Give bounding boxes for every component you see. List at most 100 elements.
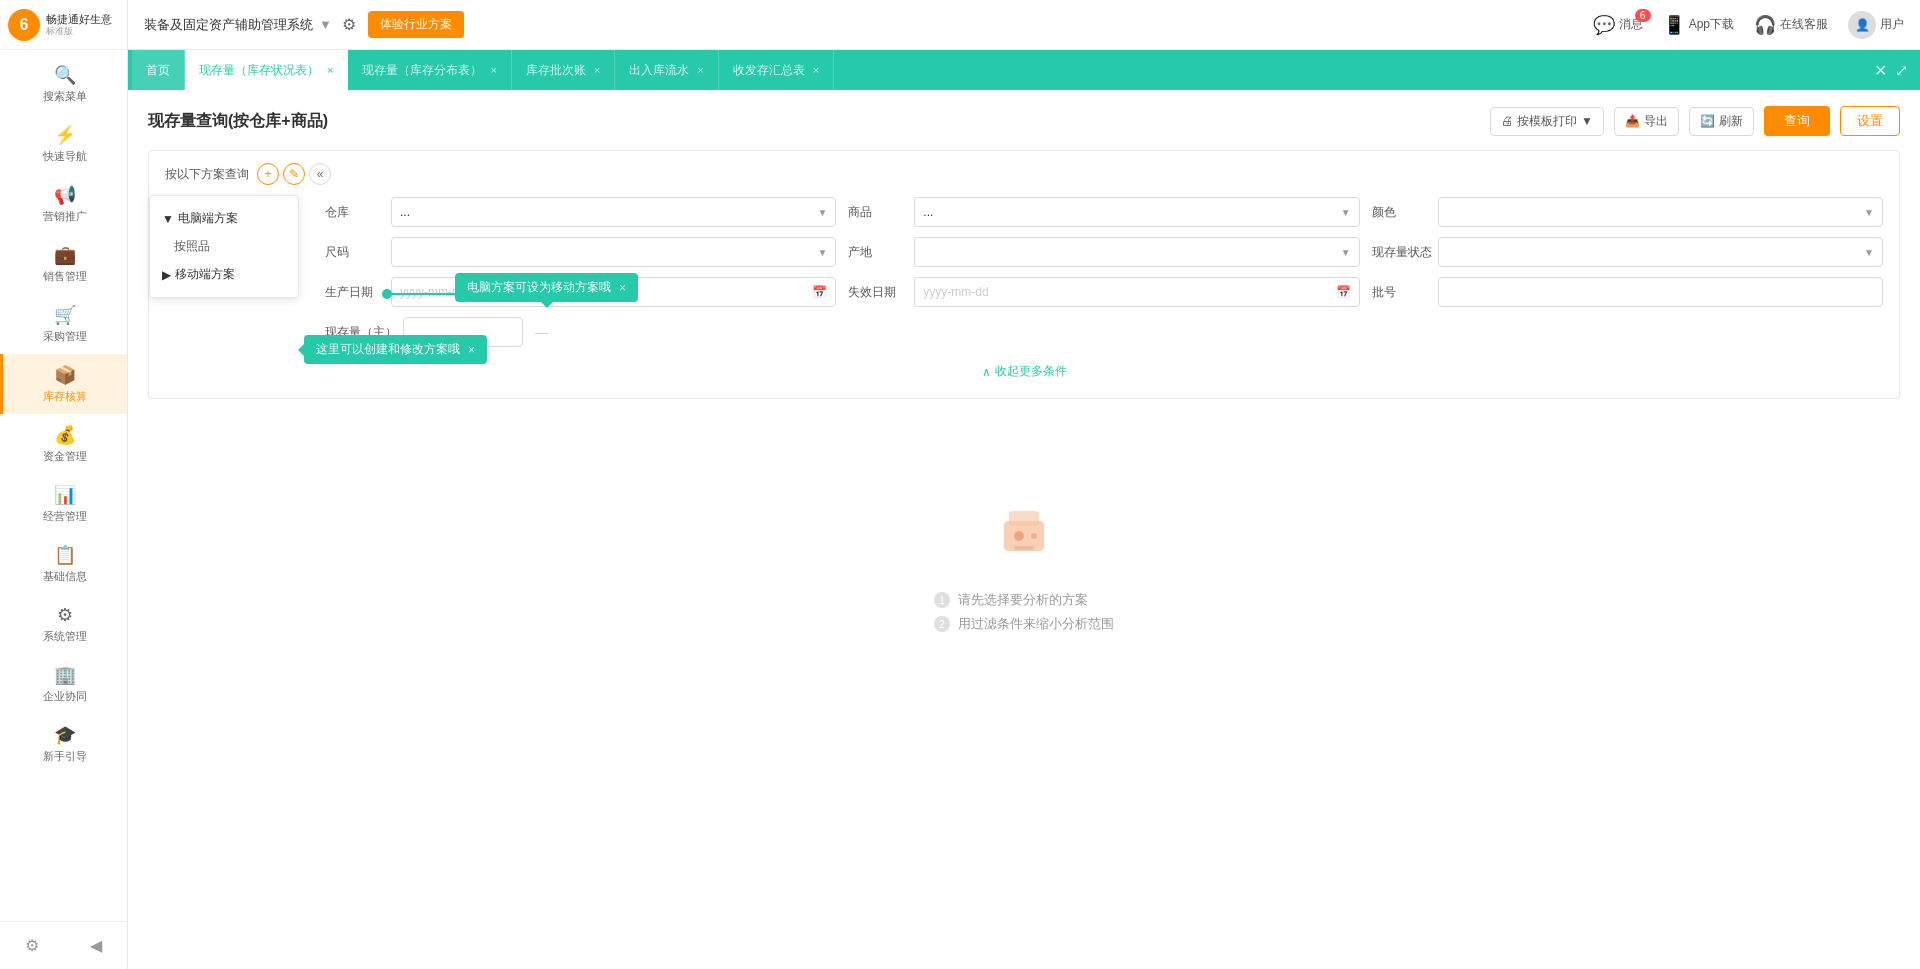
goods-select[interactable]: ... ▼ [914,197,1359,227]
empty-tips: 1 请先选择要分析的方案 2 用过滤条件来缩小分析范围 [934,591,1114,639]
guide-icon: 🎓 [54,724,76,746]
purchase-icon: 🛒 [54,304,76,326]
origin-select[interactable]: ▼ [914,237,1359,267]
reset-button[interactable]: 设置 [1840,106,1900,136]
warehouse-select-arrow: ▼ [817,207,827,218]
size-select-arrow: ▼ [817,247,827,258]
system-dropdown-icon[interactable]: ▼ [319,17,332,32]
sidebar-item-system[interactable]: ⚙ 系统管理 [0,594,127,654]
page-actions: 🖨 按模板打印 ▼ 📤 导出 🔄 刷新 查询 设置 [1490,106,1900,136]
tooltip2-close[interactable]: × [468,343,475,357]
sidebar-item-guide[interactable]: 🎓 新手引导 [0,714,127,774]
batch-label: 批号 [1372,284,1432,301]
sidebar-item-search[interactable]: 🔍 搜索菜单 [0,54,127,114]
sidebar-item-quick-nav[interactable]: ⚡ 快速导航 [0,114,127,174]
search-button[interactable]: 查询 [1764,106,1830,136]
sidebar: 6 畅捷通好生意 标准版 🔍 搜索菜单 ⚡ 快速导航 📢 营销推广 💼 销售管理… [0,0,128,969]
filter-field-batch: 批号 [1372,277,1883,307]
user-area[interactable]: 👤 用户 [1848,11,1904,39]
app-download-btn[interactable]: 📱 App下载 [1663,14,1734,36]
page-title: 现存量查询(按仓库+商品) [148,111,328,132]
warehouse-select[interactable]: ... ▼ [391,197,836,227]
tab-close-inventory-status[interactable]: × [327,64,333,76]
marketing-icon: 📢 [54,184,76,206]
scheme-pc-child-1[interactable]: 按照品 [150,233,298,260]
filter-label: 按以下方案查询 [165,166,249,183]
maximize-icon[interactable]: ⤢ [1895,61,1908,80]
message-btn[interactable]: 💬 消息 6 [1593,14,1643,36]
sidebar-bottom: ⚙ ◀ [0,921,127,969]
close-all-tabs-icon[interactable]: ✕ [1874,61,1887,80]
collapse-sidebar-btn[interactable]: ◀ [86,932,106,959]
sidebar-item-finance[interactable]: 💰 资金管理 [0,414,127,474]
refresh-btn[interactable]: 🔄 刷新 [1689,107,1754,136]
scheme-tooltip-1: 电脑方案可设为移动方案哦 × [455,273,638,302]
empty-tip-1: 1 请先选择要分析的方案 [934,591,1114,609]
scheme-mobile-group: ▶ 移动端方案 [150,260,298,289]
tab-collection-summary[interactable]: 收发存汇总表 × [719,50,834,90]
message-badge: 6 [1635,9,1651,22]
header-right: 💬 消息 6 📱 App下载 🎧 在线客服 👤 用户 [1593,11,1904,39]
gear-button[interactable]: ⚙ [342,15,356,34]
edit-scheme-btn[interactable]: ✎ [283,163,305,185]
origin-select-arrow: ▼ [1341,247,1351,258]
tab-batch-ledger[interactable]: 库存批次账 × [512,50,615,90]
filter-row-1: 仓库 ... ▼ 商品 ... ▼ 颜色 [325,197,1883,227]
tab-close-inout-flow[interactable]: × [697,64,703,76]
filter-field-origin: 产地 ▼ [848,237,1359,267]
tab-inventory-dist[interactable]: 现存量（库存分布表） × [348,50,511,90]
filter-actions: + ✎ « [257,163,331,185]
support-btn[interactable]: 🎧 在线客服 [1754,14,1828,36]
operation-icon: 📊 [54,484,76,506]
add-scheme-btn[interactable]: + [257,163,279,185]
inventory-icon: 📦 [54,364,76,386]
tab-close-batch-ledger[interactable]: × [594,64,600,76]
status-select[interactable]: ▼ [1438,237,1883,267]
sidebar-item-operation[interactable]: 📊 经营管理 [0,474,127,534]
tab-inout-flow[interactable]: 出入库流水 × [615,50,718,90]
arrow-scheme-btn[interactable]: « [309,163,331,185]
support-icon: 🎧 [1754,14,1776,36]
origin-label: 产地 [848,244,908,261]
filter-field-warehouse: 仓库 ... ▼ [325,197,836,227]
content-area: 现存量查询(按仓库+商品) 🖨 按模板打印 ▼ 📤 导出 🔄 刷新 [128,90,1920,969]
tab-home[interactable]: 首页 [132,50,185,90]
sidebar-item-basic[interactable]: 📋 基础信息 [0,534,127,594]
tab-inventory-status[interactable]: 现存量（库存状况表） × [185,50,348,90]
filter-field-expire-date: 失效日期 yyyy-mm-dd 📅 [848,277,1359,307]
sidebar-item-inventory[interactable]: 📦 库存核算 [0,354,127,414]
connector-line [392,293,462,295]
sidebar-item-enterprise[interactable]: 🏢 企业协同 [0,654,127,714]
size-select[interactable]: ▼ [391,237,836,267]
system-name: 装备及固定资产辅助管理系统 ▼ [144,16,332,34]
industry-btn[interactable]: 体验行业方案 [368,11,464,38]
main-area: 装备及固定资产辅助管理系统 ▼ ⚙ 体验行业方案 💬 消息 6 📱 App下载 … [128,0,1920,969]
color-select[interactable]: ▼ [1438,197,1883,227]
collapse-label: 收起更多条件 [995,363,1067,380]
refresh-icon: 🔄 [1700,114,1715,128]
filter-field-color: 颜色 ▼ [1372,197,1883,227]
sidebar-item-marketing[interactable]: 📢 营销推广 [0,174,127,234]
logo-icon: 6 [8,9,40,41]
settings-bottom-btn[interactable]: ⚙ [21,932,43,959]
filter-field-size: 尺码 ▼ [325,237,836,267]
tooltip1-close[interactable]: × [619,281,626,295]
page-header: 现存量查询(按仓库+商品) 🖨 按模板打印 ▼ 📤 导出 🔄 刷新 [148,106,1900,136]
tab-close-inventory-dist[interactable]: × [490,64,496,76]
export-btn[interactable]: 📤 导出 [1614,107,1679,136]
expire-date-start[interactable]: yyyy-mm-dd 📅 [914,277,1359,307]
system-icon: ⚙ [57,604,73,626]
sidebar-item-purchase[interactable]: 🛒 采购管理 [0,294,127,354]
scheme-mobile-expand-icon: ▶ [162,268,171,282]
sidebar-item-sales[interactable]: 💼 销售管理 [0,234,127,294]
batch-input[interactable] [1438,277,1883,307]
tab-close-collection-summary[interactable]: × [813,64,819,76]
message-icon: 💬 [1593,14,1615,36]
prod-date-calendar-icon[interactable]: 📅 [812,285,827,299]
goods-label: 商品 [848,204,908,221]
svg-point-2 [1014,531,1024,541]
expire-date-calendar-icon[interactable]: 📅 [1336,285,1351,299]
svg-rect-1 [1009,511,1039,526]
print-btn[interactable]: 🖨 按模板打印 ▼ [1490,107,1604,136]
filter-section: 按以下方案查询 + ✎ « 电脑方案可设为移动方案哦 × 这里可以创建和修改方案… [148,150,1900,399]
